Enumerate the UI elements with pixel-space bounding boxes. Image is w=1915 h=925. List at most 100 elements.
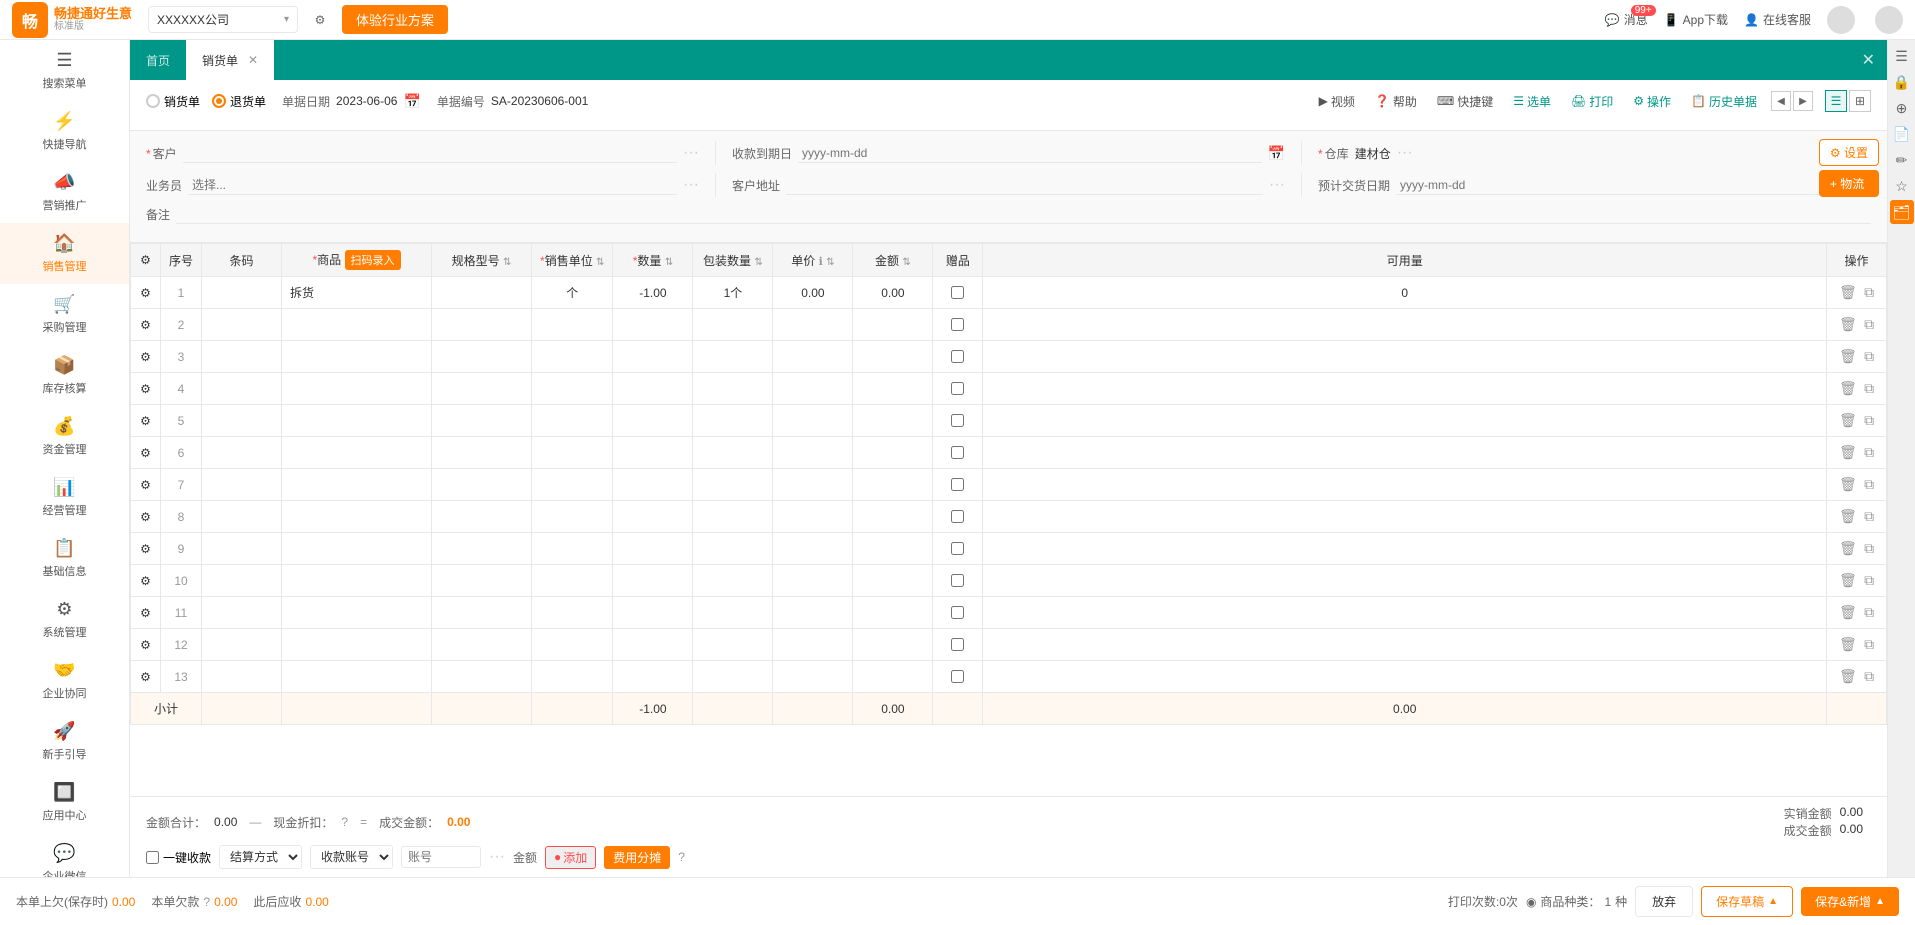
cell-barcode-11[interactable] bbox=[202, 629, 282, 661]
cell-settings-8[interactable]: ⚙ bbox=[131, 533, 161, 565]
cell-pkg-qty-3[interactable] bbox=[693, 373, 773, 405]
cell-qty-7[interactable] bbox=[613, 501, 693, 533]
sidebar-item-appstore[interactable]: 🔲 应用中心 bbox=[0, 772, 129, 833]
delete-icon-12[interactable]: 🗑 bbox=[1837, 668, 1859, 684]
cell-qty-1[interactable] bbox=[613, 309, 693, 341]
cell-barcode-3[interactable] bbox=[202, 373, 282, 405]
cell-unit-10[interactable] bbox=[532, 597, 613, 629]
cell-spec-5[interactable] bbox=[432, 437, 532, 469]
calendar-icon[interactable]: 📅 bbox=[403, 93, 420, 110]
cell-goods-3[interactable] bbox=[282, 373, 432, 405]
view-grid-btn[interactable]: ⊞ bbox=[1849, 90, 1871, 112]
cell-barcode-1[interactable] bbox=[202, 309, 282, 341]
cell-settings-7[interactable]: ⚙ bbox=[131, 501, 161, 533]
cell-goods-5[interactable] bbox=[282, 437, 432, 469]
cell-amount-12[interactable] bbox=[853, 661, 933, 693]
message-btn[interactable]: 💬 消息 99+ bbox=[1605, 11, 1648, 28]
sidebar-item-operation[interactable]: 📊 经营管理 bbox=[0, 467, 129, 528]
delete-icon-1[interactable]: 🗑 bbox=[1837, 316, 1859, 332]
cell-barcode-7[interactable] bbox=[202, 501, 282, 533]
cell-spec-9[interactable] bbox=[432, 565, 532, 597]
cell-amount-10[interactable] bbox=[853, 597, 933, 629]
right-panel-btn6[interactable]: ☆ bbox=[1890, 174, 1914, 198]
sidebar-item-purchase[interactable]: 🛒 采购管理 bbox=[0, 284, 129, 345]
cell-spec-12[interactable] bbox=[432, 661, 532, 693]
sidebar-item-search[interactable]: ☰ 搜索菜单 bbox=[0, 40, 129, 101]
bank-account-picker-btn[interactable]: ··· bbox=[489, 848, 505, 866]
copy-icon-6[interactable]: ⧉ bbox=[1862, 476, 1876, 492]
delete-icon-6[interactable]: 🗑 bbox=[1837, 476, 1859, 492]
right-panel-btn2[interactable]: 🔒 bbox=[1890, 70, 1914, 94]
cell-unit-8[interactable] bbox=[532, 533, 613, 565]
delete-icon-0[interactable]: 🗑 bbox=[1837, 284, 1859, 300]
expense-help-icon[interactable]: ? bbox=[678, 850, 685, 864]
tab-home[interactable]: 首页 bbox=[130, 40, 186, 80]
customer-address-input[interactable] bbox=[786, 176, 1263, 195]
sidebar-item-inventory[interactable]: 📦 库存核算 bbox=[0, 345, 129, 406]
discard-btn[interactable]: 放弃 bbox=[1635, 886, 1693, 917]
cell-amount-8[interactable] bbox=[853, 533, 933, 565]
right-panel-btn1[interactable]: ☰ bbox=[1890, 44, 1914, 68]
cell-amount-4[interactable] bbox=[853, 405, 933, 437]
cell-gift-12[interactable] bbox=[933, 661, 983, 693]
delivery-date-input[interactable] bbox=[1396, 176, 1848, 195]
cell-pkg-qty-11[interactable] bbox=[693, 629, 773, 661]
gift-checkbox-4[interactable] bbox=[951, 414, 964, 427]
cell-pkg-qty-4[interactable] bbox=[693, 405, 773, 437]
cell-goods-10[interactable] bbox=[282, 597, 432, 629]
cell-amount-5[interactable] bbox=[853, 437, 933, 469]
cell-qty-4[interactable] bbox=[613, 405, 693, 437]
cell-gift-3[interactable] bbox=[933, 373, 983, 405]
copy-icon-10[interactable]: ⧉ bbox=[1862, 604, 1876, 620]
copy-icon-8[interactable]: ⧉ bbox=[1862, 540, 1876, 556]
gift-checkbox-2[interactable] bbox=[951, 350, 964, 363]
cell-spec-1[interactable] bbox=[432, 309, 532, 341]
tab-close-all-btn[interactable]: ✕ bbox=[1850, 50, 1887, 70]
cell-unit-9[interactable] bbox=[532, 565, 613, 597]
gift-checkbox-7[interactable] bbox=[951, 510, 964, 523]
price-info-icon[interactable]: ℹ bbox=[819, 256, 823, 268]
user-avatar2[interactable] bbox=[1875, 6, 1903, 34]
cell-goods-4[interactable] bbox=[282, 405, 432, 437]
cell-settings-1[interactable]: ⚙ bbox=[131, 309, 161, 341]
delete-icon-11[interactable]: 🗑 bbox=[1837, 636, 1859, 652]
goods-type-radio-icon[interactable]: ◉ bbox=[1526, 895, 1536, 909]
copy-icon-2[interactable]: ⧉ bbox=[1862, 348, 1876, 364]
cell-barcode-10[interactable] bbox=[202, 597, 282, 629]
gift-checkbox-12[interactable] bbox=[951, 670, 964, 683]
sidebar-item-basic[interactable]: 📋 基础信息 bbox=[0, 528, 129, 589]
cell-price-3[interactable] bbox=[773, 373, 853, 405]
sidebar-item-sales[interactable]: 🏠 销售管理 bbox=[0, 223, 129, 284]
save-draft-btn[interactable]: 保存草稿 ▲ bbox=[1701, 886, 1793, 917]
cell-unit-2[interactable] bbox=[532, 341, 613, 373]
delete-icon-3[interactable]: 🗑 bbox=[1837, 380, 1859, 396]
radio-sales[interactable]: 销货单 bbox=[146, 93, 200, 110]
question-mark-icon[interactable]: ? bbox=[341, 815, 348, 829]
delete-icon-8[interactable]: 🗑 bbox=[1837, 540, 1859, 556]
cell-barcode-5[interactable] bbox=[202, 437, 282, 469]
gift-checkbox-11[interactable] bbox=[951, 638, 964, 651]
cell-price-4[interactable] bbox=[773, 405, 853, 437]
cell-settings-9[interactable]: ⚙ bbox=[131, 565, 161, 597]
cell-pkg-qty-1[interactable] bbox=[693, 309, 773, 341]
settings-icon[interactable]: ⚙ bbox=[306, 6, 334, 34]
cell-spec-4[interactable] bbox=[432, 405, 532, 437]
logistics-btn[interactable]: + 物流 bbox=[1819, 170, 1879, 197]
gift-checkbox-9[interactable] bbox=[951, 574, 964, 587]
right-panel-btn4[interactable]: 📄 bbox=[1890, 122, 1914, 146]
cell-goods-6[interactable] bbox=[282, 469, 432, 501]
scan-barcode-btn[interactable]: 扫码录入 bbox=[345, 250, 401, 270]
cell-amount-11[interactable] bbox=[853, 629, 933, 661]
select-order-btn[interactable]: ☰ 选单 bbox=[1507, 91, 1557, 112]
gift-checkbox-5[interactable] bbox=[951, 446, 964, 459]
cell-pkg-qty-7[interactable] bbox=[693, 501, 773, 533]
cell-barcode-9[interactable] bbox=[202, 565, 282, 597]
cell-price-7[interactable] bbox=[773, 501, 853, 533]
cell-unit-6[interactable] bbox=[532, 469, 613, 501]
cell-price-9[interactable] bbox=[773, 565, 853, 597]
history-btn[interactable]: 📋 历史单据 bbox=[1685, 91, 1763, 112]
one-click-payment-checkbox[interactable]: 一键收款 bbox=[146, 849, 211, 866]
copy-icon-9[interactable]: ⧉ bbox=[1862, 572, 1876, 588]
salesperson-picker-btn[interactable]: ··· bbox=[683, 176, 699, 194]
company-selector[interactable]: XXXXXX公司 ▾ bbox=[148, 6, 298, 33]
